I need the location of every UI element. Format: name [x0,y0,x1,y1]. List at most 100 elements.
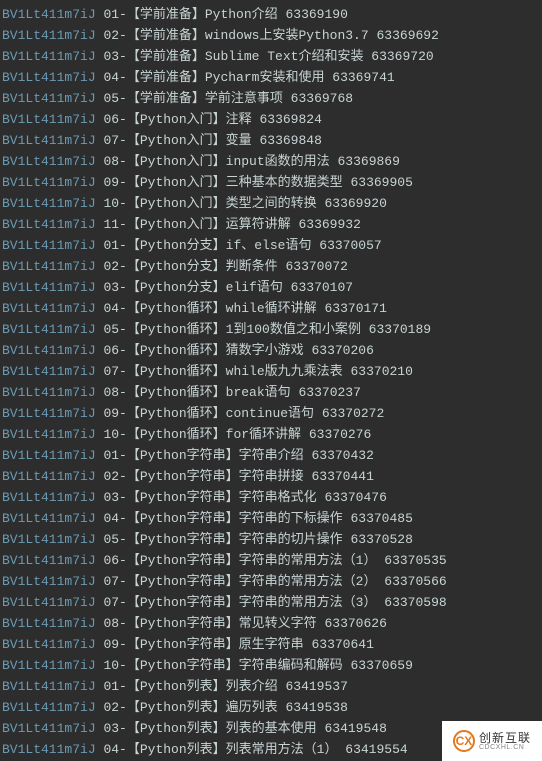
index: 11- [103,217,126,232]
index: 07- [103,133,126,148]
output-line: BV1Lt411m7iJ 03-【Python分支】elif语句 6337010… [2,277,540,298]
index: 06- [103,343,126,358]
index: 07- [103,364,126,379]
index: 09- [103,175,126,190]
output-line: BV1Lt411m7iJ 08-【Python入门】input函数的用法 633… [2,151,540,172]
output-line: BV1Lt411m7iJ 11-【Python入门】运算符讲解 63369932 [2,214,540,235]
cid: 63370057 [319,238,381,253]
bvid: BV1Lt411m7iJ [2,217,96,232]
cid: 63369190 [285,7,347,22]
output-line: BV1Lt411m7iJ 01-【学前准备】Python介绍 63369190 [2,4,540,25]
bvid: BV1Lt411m7iJ [2,406,96,421]
bvid: BV1Lt411m7iJ [2,238,96,253]
cid: 63370210 [350,364,412,379]
title: 【Python循环】continue语句 [127,406,314,421]
output-line: BV1Lt411m7iJ 06-【Python字符串】字符串的常用方法（1） 6… [2,550,540,571]
output-line: BV1Lt411m7iJ 05-【学前准备】学前注意事项 63369768 [2,88,540,109]
index: 03- [103,280,126,295]
output-line: BV1Lt411m7iJ 02-【学前准备】windows上安装Python3.… [2,25,540,46]
title: 【Python字符串】字符串的常用方法（1） [127,553,377,568]
bvid: BV1Lt411m7iJ [2,385,96,400]
title: 【Python入门】类型之间的转换 [127,196,317,211]
output-line: BV1Lt411m7iJ 01-【Python列表】列表介绍 63419537 [2,676,540,697]
cid: 63419554 [345,742,407,757]
terminal-output: BV1Lt411m7iJ 01-【学前准备】Python介绍 63369190B… [2,4,540,760]
title: 【Python字符串】字符串介绍 [127,448,304,463]
bvid: BV1Lt411m7iJ [2,343,96,358]
index: 01- [103,679,126,694]
index: 06- [103,112,126,127]
output-line: BV1Lt411m7iJ 02-【Python字符串】字符串拼接 6337044… [2,466,540,487]
bvid: BV1Lt411m7iJ [2,301,96,316]
output-line: BV1Lt411m7iJ 03-【Python字符串】字符串格式化 633704… [2,487,540,508]
title: 【Python循环】while循环讲解 [127,301,317,316]
output-line: BV1Lt411m7iJ 07-【Python字符串】字符串的常用方法（2） 6… [2,571,540,592]
index: 02- [103,469,126,484]
output-line: BV1Lt411m7iJ 07-【Python循环】while版九九乘法表 63… [2,361,540,382]
bvid: BV1Lt411m7iJ [2,70,96,85]
output-line: BV1Lt411m7iJ 01-【Python字符串】字符串介绍 6337043… [2,445,540,466]
bvid: BV1Lt411m7iJ [2,91,96,106]
output-line: BV1Lt411m7iJ 05-【Python循环】1到100数值之和小案例 6… [2,319,540,340]
title: 【Python字符串】字符串拼接 [127,469,304,484]
index: 01- [103,7,126,22]
cid: 63370626 [324,616,386,631]
bvid: BV1Lt411m7iJ [2,259,96,274]
cid: 63370189 [369,322,431,337]
index: 01- [103,238,126,253]
cid: 63370441 [311,469,373,484]
title: 【Python循环】1到100数值之和小案例 [127,322,361,337]
output-line: BV1Lt411m7iJ 03-【学前准备】Sublime Text介绍和安装 … [2,46,540,67]
title: 【Python分支】判断条件 [127,259,278,274]
index: 04- [103,70,126,85]
cid: 63369768 [291,91,353,106]
cid: 63370206 [311,343,373,358]
title: 【Python字符串】常见转义字符 [127,616,317,631]
output-line: BV1Lt411m7iJ 10-【Python入门】类型之间的转换 633699… [2,193,540,214]
bvid: BV1Lt411m7iJ [2,427,96,442]
title: 【Python入门】变量 [127,133,252,148]
bvid: BV1Lt411m7iJ [2,637,96,652]
cid: 63369848 [259,133,321,148]
index: 04- [103,301,126,316]
title: 【Python字符串】原生字符串 [127,637,304,652]
index: 08- [103,154,126,169]
title: 【Python字符串】字符串编码和解码 [127,658,343,673]
cid: 63419538 [285,700,347,715]
title: 【Python字符串】字符串的常用方法（2） [127,574,377,589]
index: 05- [103,532,126,547]
title: 【Python入门】运算符讲解 [127,217,291,232]
index: 07- [103,595,126,610]
bvid: BV1Lt411m7iJ [2,700,96,715]
cid: 63370237 [298,385,360,400]
cid: 63370107 [291,280,353,295]
output-line: BV1Lt411m7iJ 04-【学前准备】Pycharm安装和使用 63369… [2,67,540,88]
cid: 63370598 [384,595,446,610]
title: 【Python字符串】字符串的切片操作 [127,532,343,547]
index: 03- [103,721,126,736]
index: 04- [103,742,126,757]
index: 03- [103,490,126,505]
index: 04- [103,511,126,526]
index: 02- [103,28,126,43]
bvid: BV1Lt411m7iJ [2,469,96,484]
index: 10- [103,196,126,211]
cid: 63370272 [322,406,384,421]
bvid: BV1Lt411m7iJ [2,532,96,547]
title: 【Python分支】if、else语句 [127,238,312,253]
cid: 63369905 [350,175,412,190]
index: 08- [103,385,126,400]
cid: 63369824 [259,112,321,127]
watermark-logo-icon: CX [453,730,475,752]
output-line: BV1Lt411m7iJ 09-【Python字符串】原生字符串 6337064… [2,634,540,655]
bvid: BV1Lt411m7iJ [2,616,96,631]
output-line: BV1Lt411m7iJ 05-【Python字符串】字符串的切片操作 6337… [2,529,540,550]
output-line: BV1Lt411m7iJ 04-【Python循环】while循环讲解 6337… [2,298,540,319]
output-line: BV1Lt411m7iJ 06-【Python循环】猜数字小游戏 6337020… [2,340,540,361]
index: 01- [103,448,126,463]
output-line: BV1Lt411m7iJ 01-【Python分支】if、else语句 6337… [2,235,540,256]
bvid: BV1Lt411m7iJ [2,721,96,736]
output-line: BV1Lt411m7iJ 09-【Python循环】continue语句 633… [2,403,540,424]
cid: 63419548 [324,721,386,736]
bvid: BV1Lt411m7iJ [2,154,96,169]
